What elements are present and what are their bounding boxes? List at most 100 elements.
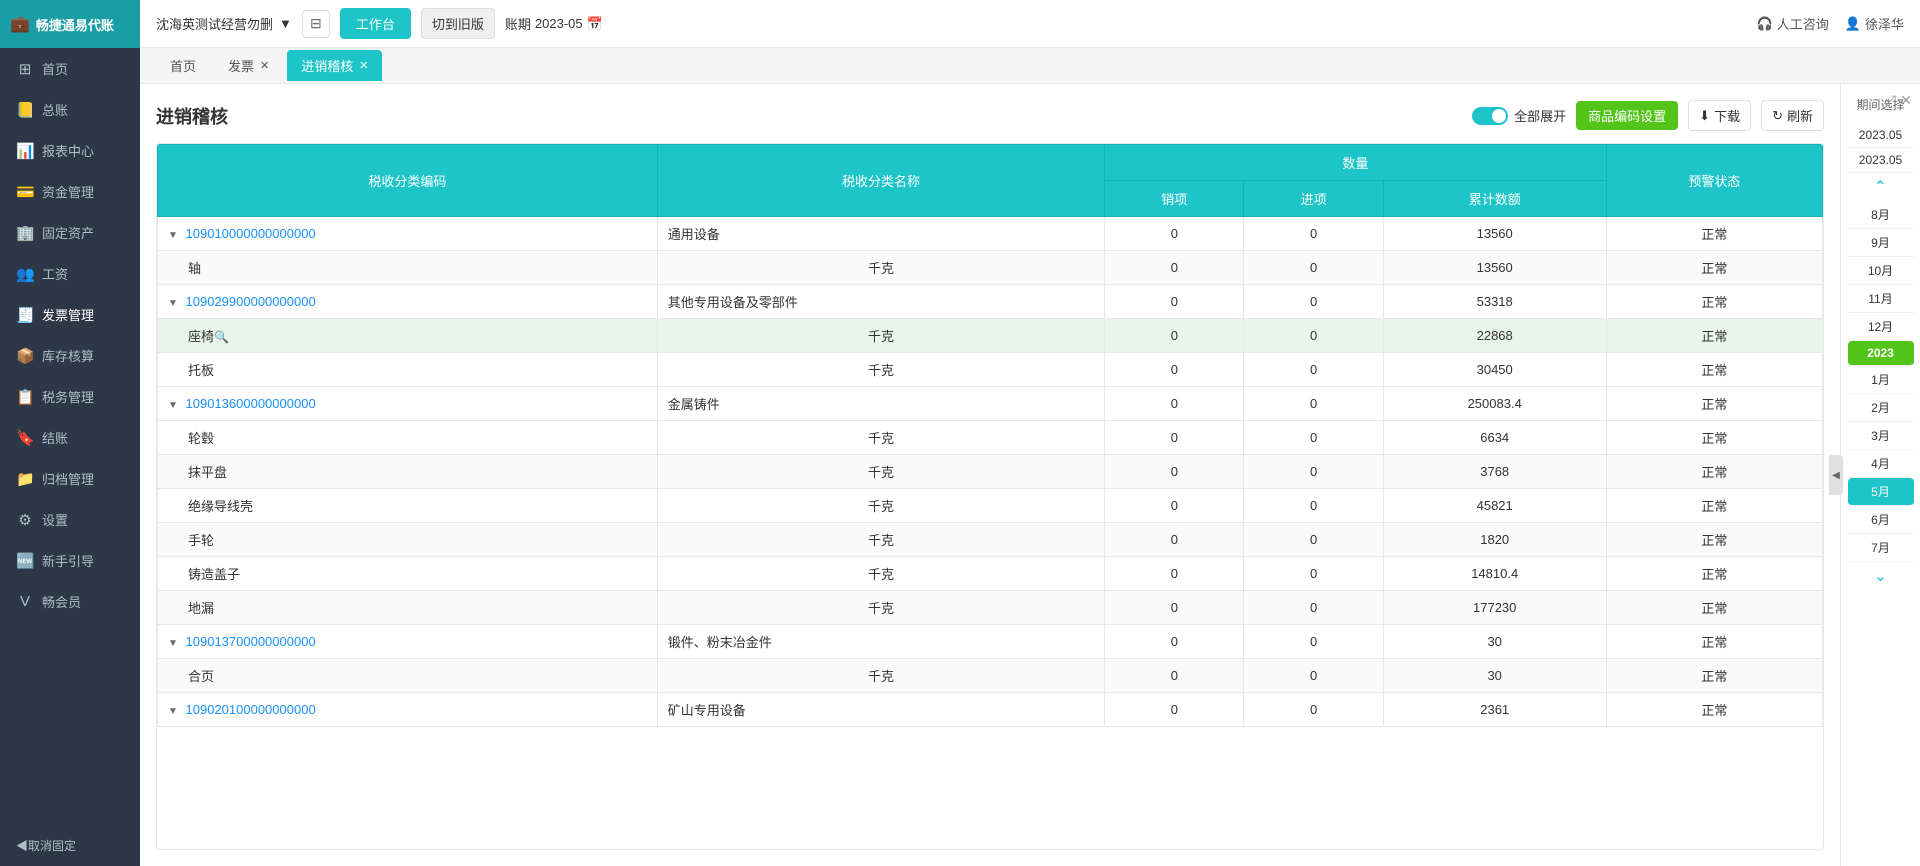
cell-total: 3768	[1383, 455, 1606, 489]
sidebar-item-assets[interactable]: 🏢 固定资产	[0, 212, 140, 253]
sidebar-item-reports[interactable]: 📊 报表中心	[0, 130, 140, 171]
sidebar-item-ledger[interactable]: 📒 总账	[0, 89, 140, 130]
user-name: 徐泽华	[1865, 14, 1904, 33]
th-tax-name: 税收分类名称	[657, 145, 1104, 217]
cell-code: 抹平盘	[158, 455, 658, 489]
sidebar-item-settings[interactable]: ⚙ 设置	[0, 499, 140, 540]
user-icon: 👤	[1845, 16, 1861, 32]
sidebar-item-settle[interactable]: 🔖 结账	[0, 417, 140, 458]
cell-status: 正常	[1606, 217, 1822, 251]
table-row: 轮毂 千克 0 0 6634 正常	[158, 421, 1823, 455]
sidebar-item-invoice[interactable]: 🧾 发票管理	[0, 294, 140, 335]
cell-total: 1820	[1383, 523, 1606, 557]
support-button[interactable]: 🎧 人工咨询	[1757, 14, 1829, 33]
topbar-right: 🎧 人工咨询 👤 徐泽华	[1757, 14, 1904, 33]
tab-invoice[interactable]: 发票 ✕	[214, 50, 283, 81]
toggle-label: 全部展开	[1514, 106, 1566, 125]
cell-code: 地漏	[158, 591, 658, 625]
sidebar-item-funds[interactable]: 💳 资金管理	[0, 171, 140, 212]
period-item-5[interactable]: 5月	[1848, 478, 1914, 506]
sidebar-item-inventory[interactable]: 📦 库存核算	[0, 335, 140, 376]
period-item-3[interactable]: 3月	[1848, 422, 1914, 450]
period-item-12[interactable]: 12月	[1848, 313, 1914, 341]
calendar-icon: 📅	[587, 16, 603, 32]
period-item-4[interactable]: 4月	[1848, 450, 1914, 478]
toggle-thumb	[1492, 109, 1506, 123]
workbench-button[interactable]: 工作台	[340, 8, 411, 39]
expand-toggle[interactable]: 全部展开	[1472, 106, 1566, 125]
invoice-icon: 🧾	[16, 306, 34, 324]
close-panel-button[interactable]: ✕	[1900, 92, 1912, 109]
sidebar-item-vip[interactable]: V 畅会员	[0, 581, 140, 622]
sidebar-unpin[interactable]: ◀取消固定	[0, 825, 140, 866]
cell-status: 正常	[1606, 693, 1822, 727]
tab-reconcile-close[interactable]: ✕	[359, 59, 368, 72]
expand-icon[interactable]: ▼	[168, 298, 178, 309]
table-row: ▼ 109010000000000000 通用设备 0 0 13560 正常	[158, 217, 1823, 251]
period-item-year-2023[interactable]: 2023	[1848, 341, 1914, 366]
expand-icon[interactable]: ▼	[168, 706, 178, 717]
period-item-1[interactable]: 1月	[1848, 366, 1914, 394]
save-button[interactable]: ⊟	[302, 10, 330, 38]
table-row: 手轮 千克 0 0 1820 正常	[158, 523, 1823, 557]
cell-sale: 0	[1105, 353, 1244, 387]
sidebar-item-home[interactable]: ⊞ 首页	[0, 48, 140, 89]
sidebar-item-label: 发票管理	[42, 305, 94, 324]
period-item-2[interactable]: 2月	[1848, 394, 1914, 422]
period-select-label: 期间选择	[1856, 92, 1904, 117]
expand-panel-button[interactable]: ⤢	[1885, 92, 1896, 109]
old-version-button[interactable]: 切到旧版	[421, 8, 495, 39]
cell-total: 22868	[1383, 319, 1606, 353]
period-item-10[interactable]: 10月	[1848, 257, 1914, 285]
refresh-button[interactable]: ↻ 刷新	[1761, 100, 1824, 131]
topbar: 沈海英测试经营勿删 ▼ ⊟ 工作台 切到旧版 账期 2023-05 📅 🎧 人工…	[140, 0, 1920, 48]
user-menu[interactable]: 👤 徐泽华	[1845, 14, 1904, 33]
company-selector[interactable]: 沈海英测试经营勿删 ▼	[156, 14, 292, 33]
table-row: 地漏 千克 0 0 177230 正常	[158, 591, 1823, 625]
company-dropdown-icon: ▼	[279, 16, 292, 31]
period-item-6[interactable]: 6月	[1848, 506, 1914, 534]
period-item-8[interactable]: 8月	[1848, 201, 1914, 229]
content-area: 进销稽核 全部展开 商品编码设置 ⬇ 下载 ↻ 刷	[140, 84, 1920, 866]
settings-icon: ⚙	[16, 511, 34, 529]
period-scroll-down[interactable]: ⌄	[1870, 562, 1891, 590]
cell-purchase: 0	[1244, 455, 1383, 489]
expand-icon[interactable]: ▼	[168, 400, 178, 411]
cell-sale: 0	[1105, 251, 1244, 285]
tab-invoice-close[interactable]: ✕	[260, 59, 269, 72]
period-item-2023-05a[interactable]: 2023.05	[1848, 123, 1914, 148]
period-item-9[interactable]: 9月	[1848, 229, 1914, 257]
cell-code: ▼ 109010000000000000	[158, 217, 658, 251]
sidebar-item-label: 设置	[42, 510, 68, 529]
tab-reconcile[interactable]: 进销稽核 ✕	[287, 50, 382, 81]
cell-status: 正常	[1606, 557, 1822, 591]
expand-icon[interactable]: ▼	[168, 230, 178, 241]
reconcile-table: 税收分类编码 税收分类名称 数量 预警状态 销项 进项 累计数额	[157, 144, 1823, 727]
company-name: 沈海英测试经营勿删	[156, 14, 273, 33]
cell-name: 矿山专用设备	[657, 693, 1104, 727]
sidebar-item-archive[interactable]: 📁 归档管理	[0, 458, 140, 499]
download-button[interactable]: ⬇ 下载	[1688, 100, 1751, 131]
period-item-7[interactable]: 7月	[1848, 534, 1914, 562]
cell-sale: 0	[1105, 693, 1244, 727]
sidebar-item-guide[interactable]: 🆕 新手引导	[0, 540, 140, 581]
toggle-track[interactable]	[1472, 107, 1508, 125]
assets-icon: 🏢	[16, 224, 34, 242]
tab-home[interactable]: 首页	[156, 50, 210, 81]
period-item-11[interactable]: 11月	[1848, 285, 1914, 313]
sidebar-item-payroll[interactable]: 👥 工资	[0, 253, 140, 294]
period-scroll-up[interactable]: ⌃	[1870, 173, 1891, 201]
cell-code: ▼ 109020100000000000	[158, 693, 658, 727]
period-item-2023-05b[interactable]: 2023.05	[1848, 148, 1914, 173]
cell-unit: 千克	[657, 455, 1104, 489]
cell-total: 45821	[1383, 489, 1606, 523]
expand-icon[interactable]: ▼	[168, 638, 178, 649]
cell-purchase: 0	[1244, 353, 1383, 387]
unpin-label: ◀取消固定	[16, 837, 76, 854]
panel-collapse-button[interactable]: ◀	[1829, 455, 1843, 495]
product-code-button[interactable]: 商品编码设置	[1576, 101, 1678, 130]
sidebar-item-tax[interactable]: 📋 税务管理	[0, 376, 140, 417]
search-in-cell-icon[interactable]: 🔍	[214, 330, 229, 344]
cell-sale: 0	[1105, 659, 1244, 693]
period-selector[interactable]: 账期 2023-05 📅	[505, 14, 603, 33]
